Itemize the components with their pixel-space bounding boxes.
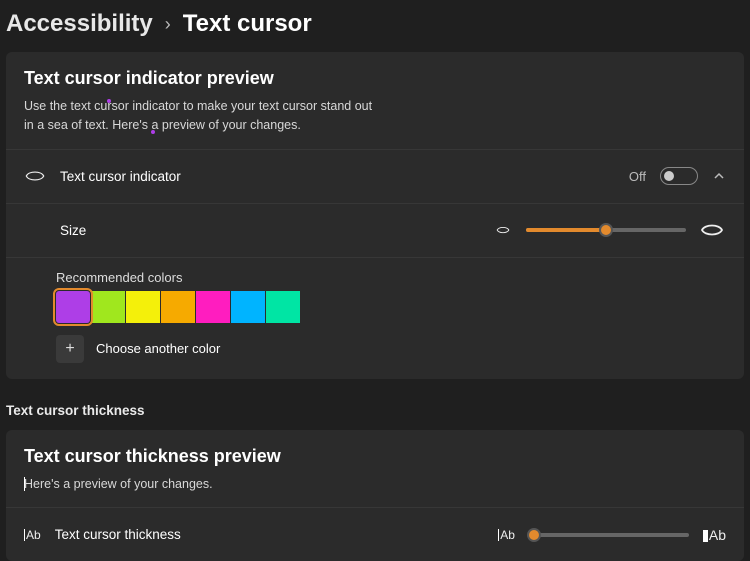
size-min-icon: [496, 224, 512, 236]
expand-chevron-icon[interactable]: [712, 169, 726, 183]
indicator-preview-title: Text cursor indicator preview: [24, 68, 726, 89]
thickness-preview-title: Text cursor thickness preview: [24, 446, 726, 467]
color-swatch-row: [56, 291, 726, 323]
text-cursor-thickness-card: Text cursor thickness preview Here's a p…: [6, 430, 744, 561]
chevron-right-icon: ›: [165, 14, 171, 35]
thickness-slider[interactable]: [529, 533, 689, 537]
recommended-colors-block: Recommended colors + Choose another colo…: [6, 257, 744, 379]
color-swatch[interactable]: [56, 291, 90, 323]
color-swatch[interactable]: [231, 291, 265, 323]
indicator-preview-desc: Use the text cursor indicator to make yo…: [24, 97, 384, 135]
size-label: Size: [60, 223, 86, 238]
plus-icon: +: [65, 340, 74, 358]
indicator-size-row: Size: [6, 203, 744, 257]
thickness-heading: Text cursor thickness: [0, 387, 750, 422]
color-swatch[interactable]: [126, 291, 160, 323]
indicator-toggle-row[interactable]: Text cursor indicator Off: [6, 149, 744, 203]
thickness-preview-section: Text cursor thickness preview Here's a p…: [6, 430, 744, 508]
thickness-max-icon: Ab: [703, 527, 726, 543]
text-cursor-indicator-icon: [24, 168, 46, 184]
color-swatch[interactable]: [266, 291, 300, 323]
choose-another-color-button[interactable]: +: [56, 335, 84, 363]
color-swatch[interactable]: [196, 291, 230, 323]
size-max-icon: [700, 220, 726, 240]
indicator-preview-section: Text cursor indicator preview Use the te…: [6, 52, 744, 149]
thickness-label: Text cursor thickness: [55, 527, 181, 542]
size-slider[interactable]: [526, 228, 686, 232]
breadcrumb-current: Text cursor: [183, 10, 312, 38]
breadcrumb: Accessibility › Text cursor: [0, 0, 750, 44]
breadcrumb-parent[interactable]: Accessibility: [6, 10, 153, 38]
indicator-toggle-state: Off: [629, 169, 646, 184]
choose-another-color-label: Choose another color: [96, 341, 220, 356]
thickness-preview-text: Here's a preview of your changes.: [24, 475, 384, 494]
color-swatch[interactable]: [91, 291, 125, 323]
recommended-colors-label: Recommended colors: [56, 270, 726, 285]
indicator-toggle[interactable]: [660, 167, 698, 185]
thickness-slider-row: Ab Text cursor thickness Ab Ab: [6, 507, 744, 561]
indicator-toggle-label: Text cursor indicator: [60, 169, 181, 184]
color-swatch[interactable]: [161, 291, 195, 323]
text-cursor-indicator-card: Text cursor indicator preview Use the te…: [6, 52, 744, 379]
